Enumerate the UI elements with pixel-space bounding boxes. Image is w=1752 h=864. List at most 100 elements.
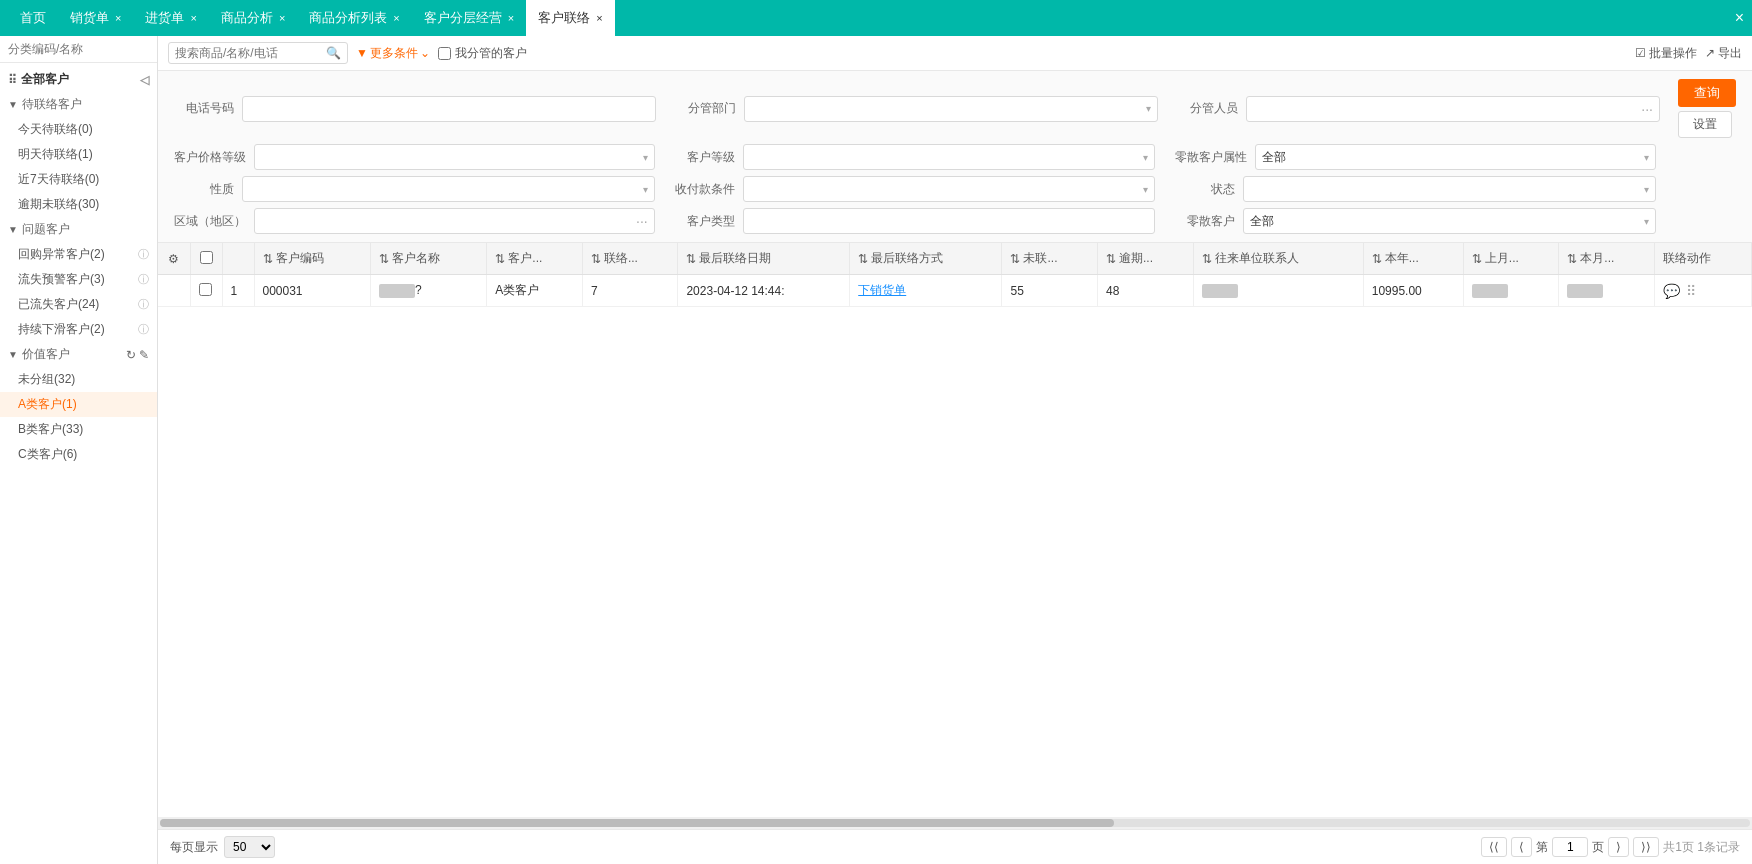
- customer-level-label: 客户等级: [675, 149, 735, 166]
- declining-label: 持续下滑客户(2): [18, 321, 105, 338]
- export-btn[interactable]: ↗ 导出: [1705, 45, 1742, 62]
- th-contact-sort-icon: ⇅: [591, 252, 601, 266]
- adv-filter-panel: 电话号码 分管部门 ▾ 分管人员 ···: [158, 71, 1752, 243]
- sidebar-group-pending[interactable]: ▼ 待联络客户: [0, 92, 157, 117]
- scrollbar-thumb[interactable]: [160, 819, 1114, 827]
- filter-more-btn[interactable]: ▼ 更多条件 ⌄: [356, 45, 430, 62]
- close-all-icon[interactable]: ×: [1735, 9, 1744, 27]
- tab-6[interactable]: 客户联络 ×: [526, 0, 614, 36]
- sidebar-item-abnormal[interactable]: 回购异常客户(2) ⓘ: [0, 242, 157, 267]
- churn-warning-label: 流失预警客户(3): [18, 271, 105, 288]
- th-unc-sort-icon: ⇅: [1010, 252, 1020, 266]
- tab-0[interactable]: 首页: [8, 0, 58, 36]
- sidebar-item-today[interactable]: 今天待联络(0): [0, 117, 157, 142]
- tab-close-icon-2[interactable]: ×: [190, 12, 196, 24]
- content-area: 🔍 ▼ 更多条件 ⌄ 我分管的客户 ☑ 批量操作 ↗ 导出: [158, 36, 1752, 864]
- info-icon-churned: ⓘ: [138, 297, 149, 312]
- payment-label: 收付款条件: [675, 181, 735, 198]
- tab-1[interactable]: 销货单 ×: [58, 0, 133, 36]
- page-number-input[interactable]: [1552, 837, 1588, 857]
- td-code: 000031: [254, 275, 370, 307]
- row-checkbox[interactable]: [199, 283, 212, 296]
- sidebar-search-input[interactable]: [8, 42, 158, 56]
- filter-field-region: 区域（地区） ···: [174, 208, 655, 234]
- sidebar-item-churned[interactable]: 已流失客户(24) ⓘ: [0, 292, 157, 317]
- my-customers-checkbox[interactable]: 我分管的客户: [438, 45, 527, 62]
- customer-type-input[interactable]: [743, 208, 1156, 234]
- filter-field-nature: 性质 ▾: [174, 176, 655, 202]
- sidebar-item-classC[interactable]: C类客户(6): [0, 442, 157, 467]
- tab-close-icon-1[interactable]: ×: [115, 12, 121, 24]
- settings-button[interactable]: 设置: [1678, 111, 1732, 138]
- price-level-select[interactable]: ▾: [254, 144, 655, 170]
- last-contact-way-link[interactable]: 下销货单: [858, 283, 906, 297]
- status-select[interactable]: ▾: [1243, 176, 1656, 202]
- filter-field-customer-type: 客户类型: [675, 208, 1156, 234]
- main-layout: 🔍 ⠿ 全部客户 ◁ ▼ 待联络客户 今天待联络(0) 明天待联络(1) 近7天…: [0, 36, 1752, 864]
- th-last-month: ⇅上月...: [1463, 243, 1559, 275]
- sidebar-group-value[interactable]: ▼ 价值客户 ↻ ✎: [0, 342, 157, 367]
- page-prev-btn[interactable]: ⟨: [1511, 837, 1532, 857]
- chat-icon[interactable]: 💬: [1663, 283, 1680, 299]
- page-next-btn[interactable]: ⟩: [1608, 837, 1629, 857]
- page-first-btn[interactable]: ⟨⟨: [1481, 837, 1507, 857]
- tab-close-icon-4[interactable]: ×: [393, 12, 399, 24]
- sidebar-group-problem[interactable]: ▼ 问题客户: [0, 217, 157, 242]
- tab-3[interactable]: 商品分析 ×: [209, 0, 297, 36]
- sidebar-item-classB[interactable]: B类客户(33): [0, 417, 157, 442]
- payment-select[interactable]: ▾: [743, 176, 1156, 202]
- query-btn-group: 查询 设置: [1668, 79, 1736, 138]
- td-this-year: 10995.00: [1363, 275, 1463, 307]
- retail-attr-select[interactable]: 全部▾: [1255, 144, 1656, 170]
- filter-field-retail-attr: 零散客户属性 全部▾: [1175, 144, 1656, 170]
- nature-select[interactable]: ▾: [242, 176, 655, 202]
- sidebar-item-7days[interactable]: 近7天待联络(0): [0, 167, 157, 192]
- tab-close-icon-6[interactable]: ×: [596, 12, 602, 24]
- sidebar-item-churn-warning[interactable]: 流失预警客户(3) ⓘ: [0, 267, 157, 292]
- tab-close-icon-3[interactable]: ×: [279, 12, 285, 24]
- sidebar-item-tomorrow[interactable]: 明天待联络(1): [0, 142, 157, 167]
- dept-select[interactable]: ▾: [744, 96, 1158, 122]
- churned-label: 已流失客户(24): [18, 296, 99, 313]
- th-name-sort-icon: ⇅: [379, 252, 389, 266]
- tab-2[interactable]: 进货单 ×: [133, 0, 208, 36]
- per-page-select[interactable]: 50 100: [224, 836, 275, 858]
- tab-5[interactable]: 客户分层经营 ×: [412, 0, 526, 36]
- td-last-contact-way[interactable]: 下销货单: [850, 275, 1002, 307]
- td-check[interactable]: [190, 275, 222, 307]
- select-all-checkbox[interactable]: [200, 251, 213, 264]
- region-input[interactable]: ···: [254, 208, 655, 234]
- sidebar-item-classA[interactable]: A类客户(1): [0, 392, 157, 417]
- tab-close-icon-5[interactable]: ×: [508, 12, 514, 24]
- filter-search-icon[interactable]: 🔍: [326, 46, 341, 60]
- filter-search-input[interactable]: [175, 46, 326, 60]
- th-settings[interactable]: ⚙: [158, 243, 190, 275]
- query-button[interactable]: 查询: [1678, 79, 1736, 107]
- manager-input[interactable]: ···: [1246, 96, 1660, 122]
- row-actions: 💬 ⠿: [1663, 283, 1743, 299]
- my-customers-check[interactable]: [438, 47, 451, 60]
- sidebar-item-declining[interactable]: 持续下滑客户(2) ⓘ: [0, 317, 157, 342]
- retail-select[interactable]: 全部▾: [1243, 208, 1656, 234]
- classA-label: A类客户(1): [18, 396, 77, 413]
- sidebar-search-bar[interactable]: 🔍: [0, 36, 157, 63]
- sidebar-item-ungraded[interactable]: 未分组(32): [0, 367, 157, 392]
- th-lcd-sort-icon: ⇅: [686, 252, 696, 266]
- manager-label: 分管人员: [1178, 100, 1238, 117]
- horizontal-scrollbar[interactable]: [158, 817, 1752, 829]
- collapse-icon[interactable]: ◁: [140, 73, 149, 87]
- sidebar-item-overdue[interactable]: 逾期未联络(30): [0, 192, 157, 217]
- phone-input[interactable]: [242, 96, 656, 122]
- filter-search-bar[interactable]: 🔍: [168, 42, 348, 64]
- tomorrow-label: 明天待联络(1): [18, 146, 93, 163]
- th-checkbox[interactable]: [190, 243, 222, 275]
- batch-op-btn[interactable]: ☑ 批量操作: [1635, 45, 1697, 62]
- filter-bar: 🔍 ▼ 更多条件 ⌄ 我分管的客户 ☑ 批量操作 ↗ 导出: [158, 36, 1752, 71]
- page-last-btn[interactable]: ⟩⟩: [1633, 837, 1659, 857]
- customer-level-select[interactable]: ▾: [743, 144, 1156, 170]
- abnormal-label: 回购异常客户(2): [18, 246, 105, 263]
- qr-icon[interactable]: ⠿: [1686, 283, 1696, 299]
- filter-right-actions: ☑ 批量操作 ↗ 导出: [1635, 45, 1742, 62]
- tab-4[interactable]: 商品分析列表 ×: [297, 0, 411, 36]
- th-last-contact-way: ⇅最后联络方式: [850, 243, 1002, 275]
